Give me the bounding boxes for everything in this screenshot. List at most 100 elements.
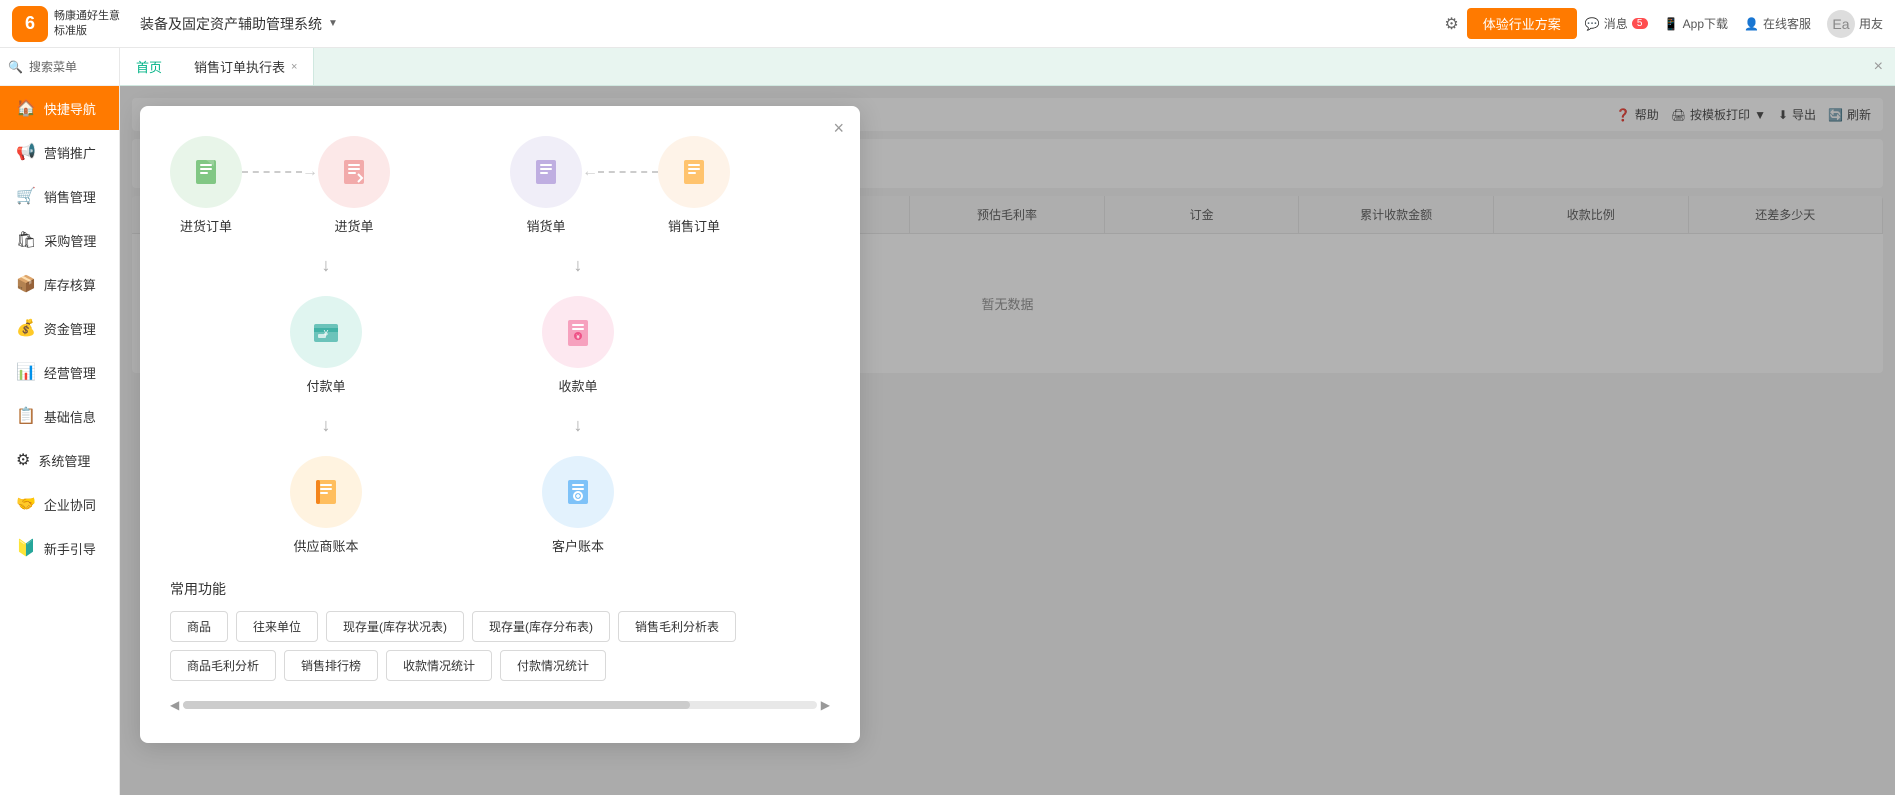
- marketing-icon: 📢: [16, 142, 36, 162]
- system-icon: ⚙: [16, 450, 30, 470]
- sidebar-item-finance[interactable]: 💰 资金管理: [0, 306, 119, 350]
- customer-ledger-circle: [542, 456, 614, 528]
- sidebar-item-label: 快捷导航: [44, 99, 96, 118]
- sidebar-item-system[interactable]: ⚙ 系统管理: [0, 438, 119, 482]
- trial-button[interactable]: 体验行业方案: [1467, 8, 1577, 39]
- content-area: 首页 销售订单执行表 × × ❓ 帮助 🖨 按: [120, 48, 1895, 795]
- message-badge: 5: [1632, 18, 1648, 29]
- system-title-text: 装备及固定资产辅助管理系统: [140, 14, 322, 34]
- logo-area: 6 畅康通好生意 标准版: [12, 6, 132, 42]
- purchase-order-label: 进货订单: [180, 216, 232, 235]
- flow-row-1: 进货订单 →: [170, 136, 830, 235]
- header-right: 💬 消息 5 📱 App下载 👤 在线客服 Ea 用友: [1585, 10, 1883, 38]
- message-action[interactable]: 💬 消息 5: [1585, 15, 1648, 32]
- func-btn-contacts[interactable]: 往来单位: [236, 611, 318, 642]
- logo-text: 畅康通好生意 标准版: [54, 9, 120, 38]
- online-service-label: 在线客服: [1763, 15, 1811, 32]
- flow-node-receipt[interactable]: ¥ 收款单: [542, 296, 614, 395]
- tab-close-icon[interactable]: ×: [291, 61, 297, 73]
- sidebar-item-marketing[interactable]: 📢 营销推广: [0, 130, 119, 174]
- flow-node-purchase-order[interactable]: 进货订单: [170, 136, 242, 235]
- settings-icon[interactable]: ⚙: [1444, 14, 1458, 34]
- online-service-action[interactable]: 👤 在线客服: [1744, 15, 1811, 32]
- sidebar-item-label: 基础信息: [44, 407, 96, 426]
- search-label: 搜索菜单: [29, 58, 77, 75]
- sales-bill-circle: [510, 136, 582, 208]
- tab-sales-order[interactable]: 销售订单执行表 ×: [178, 48, 314, 85]
- sidebar-item-operation[interactable]: 📊 经营管理: [0, 350, 119, 394]
- system-title: 装备及固定资产辅助管理系统 ▼: [140, 14, 1436, 34]
- base-info-icon: 📋: [16, 406, 36, 426]
- operation-icon: 📊: [16, 362, 36, 382]
- func-btn-sales-ranking[interactable]: 销售排行榜: [284, 650, 378, 681]
- func-btn-stock-distribution[interactable]: 现存量(库存分布表): [472, 611, 610, 642]
- sidebar-item-label: 企业协同: [44, 495, 96, 514]
- supplier-ledger-label: 供应商账本: [293, 536, 358, 555]
- scroll-track[interactable]: [183, 701, 817, 709]
- app-download-action[interactable]: 📱 App下载: [1664, 15, 1728, 32]
- user-action[interactable]: Ea 用友: [1827, 10, 1883, 38]
- sidebar-item-label: 系统管理: [38, 451, 90, 470]
- sales-bill-label: 销货单: [526, 216, 565, 235]
- message-label: 消息: [1604, 15, 1628, 32]
- finance-icon: 💰: [16, 318, 36, 338]
- purchase-bill-circle: [318, 136, 390, 208]
- flow-node-sales-bill[interactable]: 销货单: [510, 136, 582, 235]
- func-btn-stock-status[interactable]: 现存量(库存状况表): [326, 611, 464, 642]
- page-content: ❓ 帮助 🖨 按模板打印 ▼ ⬇ 导出 🔄 刷新: [120, 86, 1895, 795]
- sidebar-item-label: 营销推广: [44, 143, 96, 162]
- avatar: Ea: [1827, 10, 1855, 38]
- common-title: 常用功能: [170, 579, 830, 599]
- flow-node-supplier-ledger[interactable]: 供应商账本: [290, 456, 362, 555]
- flow-row-2: ¥ 付款单: [170, 296, 830, 395]
- modal-close-icon[interactable]: ×: [833, 118, 844, 139]
- sidebar-item-guide[interactable]: 🔰 新手引导: [0, 526, 119, 570]
- payment-circle: ¥: [290, 296, 362, 368]
- flow-node-purchase-bill[interactable]: 进货单: [318, 136, 390, 235]
- tab-home[interactable]: 首页: [120, 48, 178, 85]
- supplier-ledger-circle: [290, 456, 362, 528]
- sidebar-item-enterprise[interactable]: 🤝 企业协同: [0, 482, 119, 526]
- message-icon: 💬: [1585, 17, 1600, 31]
- svg-text:¥: ¥: [323, 329, 329, 338]
- sidebar-item-purchase[interactable]: 🛍 采购管理: [0, 218, 119, 262]
- main-area: 🔍 搜索菜单 🏠 快捷导航 📢 营销推广 🛒 销售管理 🛍 采购管理 📦: [0, 48, 1895, 795]
- sidebar-item-inventory[interactable]: 📦 库存核算: [0, 262, 119, 306]
- receipt-label: 收款单: [558, 376, 597, 395]
- func-btn-sales-gross-analysis[interactable]: 销售毛利分析表: [618, 611, 736, 642]
- payment-label: 付款单: [306, 376, 345, 395]
- purchase-icon: 🛍: [16, 230, 36, 250]
- scroll-right-icon[interactable]: ▶: [821, 698, 830, 712]
- download-icon: 📱: [1664, 17, 1679, 31]
- func-buttons: 商品 往来单位 现存量(库存状况表) 现存量(库存分布表) 销售毛利分析表 商品…: [170, 611, 830, 681]
- system-dropdown-icon[interactable]: ▼: [328, 18, 338, 29]
- sidebar-item-label: 经营管理: [44, 363, 96, 382]
- sidebar-item-quick-nav[interactable]: 🏠 快捷导航: [0, 86, 119, 130]
- func-btn-payment-stats[interactable]: 付款情况统计: [500, 650, 606, 681]
- flow-node-customer-ledger[interactable]: 客户账本: [542, 456, 614, 555]
- scroll-left-icon[interactable]: ◀: [170, 698, 179, 712]
- user-label: 用友: [1859, 15, 1883, 32]
- flow-node-sales-order[interactable]: 销售订单: [658, 136, 730, 235]
- sales-order-circle: [658, 136, 730, 208]
- func-btn-product[interactable]: 商品: [170, 611, 228, 642]
- search-icon: 🔍: [8, 60, 23, 74]
- func-btn-receipt-stats[interactable]: 收款情况统计: [386, 650, 492, 681]
- tab-sales-order-label: 销售订单执行表: [194, 57, 285, 76]
- receipt-circle: ¥: [542, 296, 614, 368]
- sidebar-item-label: 新手引导: [44, 539, 96, 558]
- sidebar-search[interactable]: 🔍 搜索菜单: [0, 48, 119, 86]
- sidebar-item-base-info[interactable]: 📋 基础信息: [0, 394, 119, 438]
- customer-ledger-label: 客户账本: [552, 536, 604, 555]
- sidebar-item-sales[interactable]: 🛒 销售管理: [0, 174, 119, 218]
- sales-icon: 🛒: [16, 186, 36, 206]
- sidebar-item-label: 采购管理: [44, 231, 96, 250]
- service-icon: 👤: [1744, 17, 1759, 31]
- flow-row-3: 供应商账本: [170, 456, 830, 555]
- tab-close-all[interactable]: ×: [1862, 58, 1895, 76]
- logo-icon: 6: [12, 6, 48, 42]
- func-btn-product-gross-analysis[interactable]: 商品毛利分析: [170, 650, 276, 681]
- scroll-thumb: [183, 701, 690, 709]
- flow-node-payment[interactable]: ¥ 付款单: [290, 296, 362, 395]
- sidebar-item-label: 库存核算: [44, 275, 96, 294]
